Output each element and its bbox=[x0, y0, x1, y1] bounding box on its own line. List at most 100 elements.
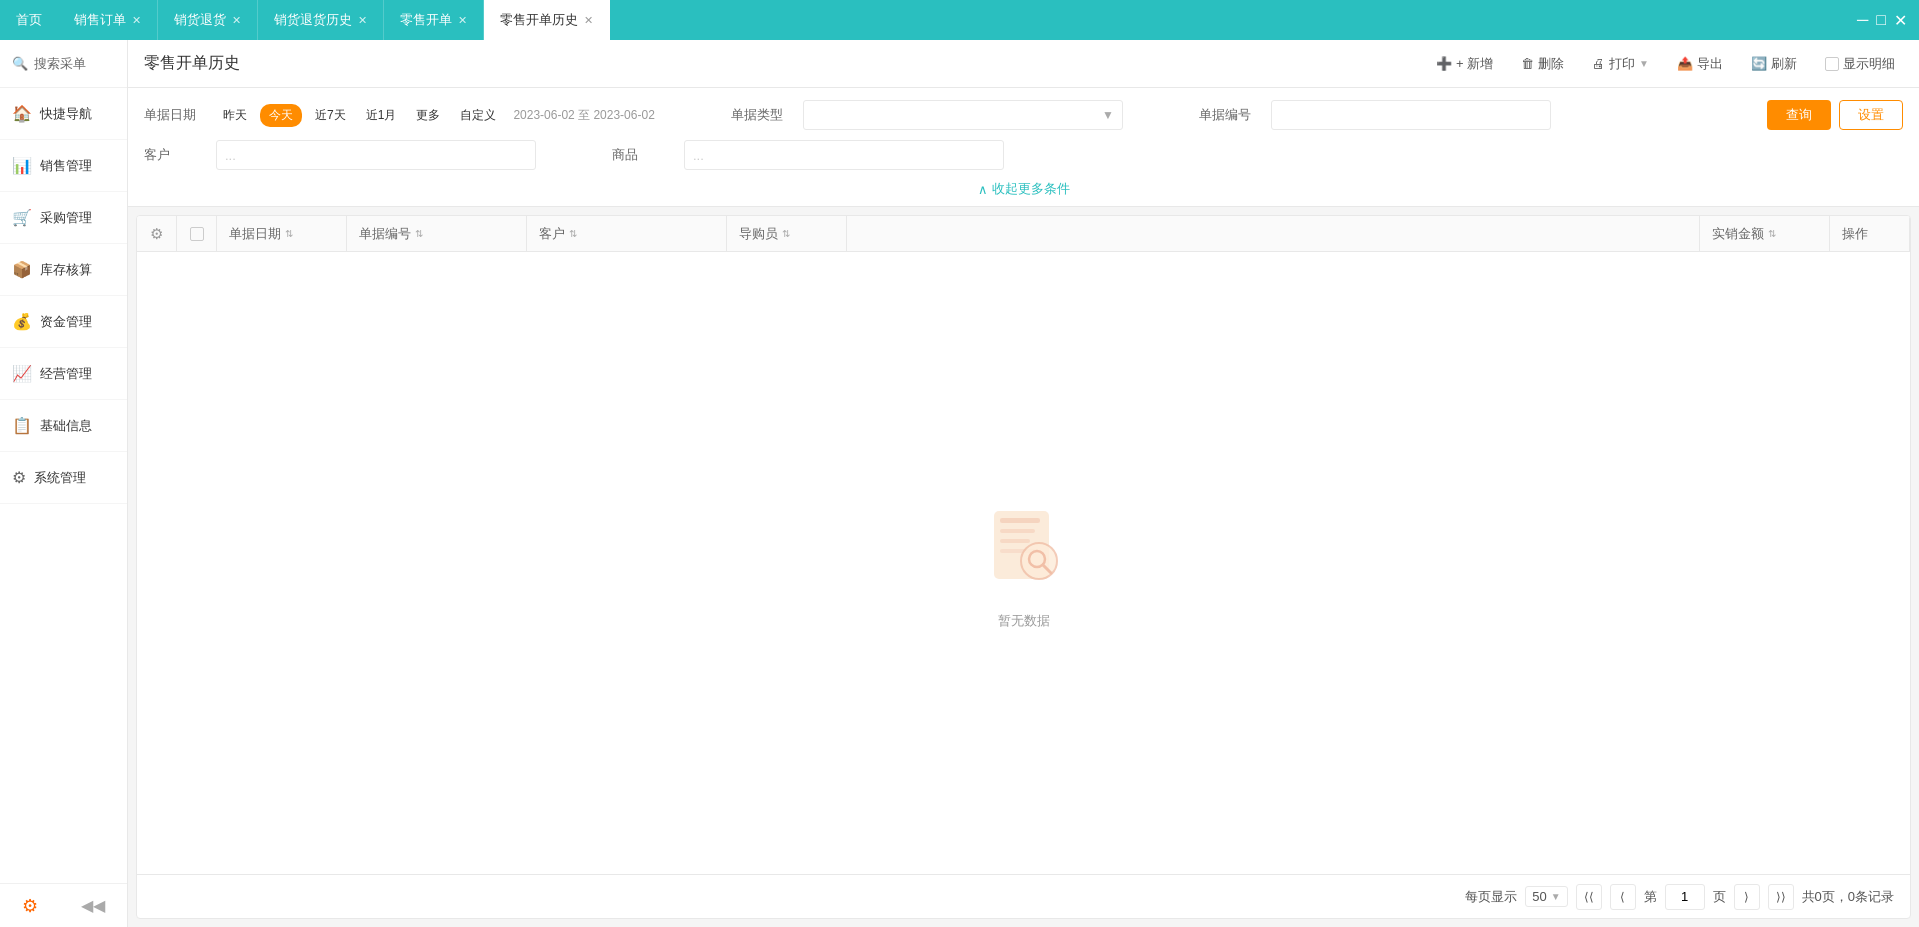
tab-sales-return-history-close[interactable]: ✕ bbox=[358, 14, 367, 27]
print-dropdown-icon: ▼ bbox=[1639, 58, 1649, 69]
date-btn-custom[interactable]: 自定义 bbox=[453, 104, 503, 127]
date-btn-today[interactable]: 今天 bbox=[260, 104, 302, 127]
filter-row-1: 单据日期 昨天 今天 近7天 近1月 更多 自定义 2023-06-02 至 2… bbox=[144, 100, 1903, 130]
sidebar-item-quick-nav-label: 快捷导航 bbox=[40, 105, 92, 123]
date-btn-more[interactable]: 更多 bbox=[409, 104, 447, 127]
tab-home[interactable]: 首页 bbox=[0, 0, 58, 40]
tab-sales-order[interactable]: 销售订单 ✕ bbox=[58, 0, 158, 40]
tab-retail-open-close[interactable]: ✕ bbox=[458, 14, 467, 27]
th-settings[interactable]: ⚙ bbox=[137, 216, 177, 252]
sidebar-item-finance[interactable]: 💰 资金管理 bbox=[0, 296, 127, 348]
table-header: ⚙ 单据日期 ⇅ 单据编号 ⇅ 客户 ⇅ 导购员 bbox=[137, 216, 1910, 252]
tab-sales-return-close[interactable]: ✕ bbox=[232, 14, 241, 27]
page-number-input[interactable] bbox=[1665, 884, 1705, 910]
next-page-btn[interactable]: ⟩ bbox=[1734, 884, 1760, 910]
doc-num-label: 单据编号 bbox=[1199, 106, 1255, 124]
collapse-filter-btn[interactable]: ∧ 收起更多条件 bbox=[978, 180, 1070, 198]
select-all-checkbox[interactable] bbox=[190, 227, 204, 241]
export-label: 导出 bbox=[1697, 55, 1723, 73]
date-btn-last-month[interactable]: 近1月 bbox=[359, 104, 404, 127]
customer-input[interactable]: ... bbox=[216, 140, 536, 170]
sidebar-collapse-icon[interactable]: ◀◀ bbox=[81, 896, 105, 915]
add-label: + 新增 bbox=[1456, 55, 1493, 73]
per-page-dropdown-icon: ▼ bbox=[1551, 891, 1561, 902]
sidebar-item-quick-nav[interactable]: 🏠 快捷导航 bbox=[0, 88, 127, 140]
add-icon: ➕ bbox=[1436, 56, 1452, 71]
search-icon: 🔍 bbox=[12, 56, 28, 71]
total-text: 共0页，0条记录 bbox=[1802, 888, 1894, 906]
date-btn-last7[interactable]: 近7天 bbox=[308, 104, 353, 127]
export-button[interactable]: 📤 导出 bbox=[1669, 51, 1731, 77]
sidebar-search[interactable]: 🔍 搜索采单 bbox=[0, 40, 127, 88]
basic-info-icon: 📋 bbox=[12, 416, 32, 435]
refresh-button[interactable]: 🔄 刷新 bbox=[1743, 51, 1805, 77]
tab-sales-return-label: 销货退货 bbox=[174, 11, 226, 29]
window-maximize[interactable]: □ bbox=[1876, 11, 1886, 29]
collapse-label: 收起更多条件 bbox=[992, 180, 1070, 198]
add-button[interactable]: ➕ + 新增 bbox=[1428, 51, 1501, 77]
sidebar-item-purchase-mgmt-label: 采购管理 bbox=[40, 209, 92, 227]
query-button[interactable]: 查询 bbox=[1767, 100, 1831, 130]
doc-num-input[interactable] bbox=[1271, 100, 1551, 130]
empty-text: 暂无数据 bbox=[998, 612, 1050, 630]
doc-type-select[interactable]: ▼ bbox=[803, 100, 1123, 130]
tab-retail-open-history-close[interactable]: ✕ bbox=[584, 14, 593, 27]
th-guide: 导购员 ⇅ bbox=[727, 216, 847, 252]
tab-retail-open-history-label: 零售开单历史 bbox=[500, 11, 578, 29]
display-detail-toggle[interactable]: 显示明细 bbox=[1817, 51, 1903, 77]
doc-type-label: 单据类型 bbox=[731, 106, 787, 124]
tab-sales-return-history[interactable]: 销货退货历史 ✕ bbox=[258, 0, 384, 40]
sidebar-settings-icon[interactable]: ⚙ bbox=[22, 895, 38, 917]
tab-sales-order-close[interactable]: ✕ bbox=[132, 14, 141, 27]
per-page-select[interactable]: 50 ▼ bbox=[1525, 886, 1567, 907]
print-icon: 🖨 bbox=[1592, 56, 1605, 71]
window-controls: ─ □ ✕ bbox=[1857, 11, 1919, 30]
print-button[interactable]: 🖨 打印 ▼ bbox=[1584, 51, 1657, 77]
sidebar-search-label: 搜索采单 bbox=[34, 55, 86, 73]
page-of-label: 第 bbox=[1644, 888, 1657, 906]
sidebar-item-sales-mgmt[interactable]: 📊 销售管理 bbox=[0, 140, 127, 192]
main-layout: 🔍 搜索采单 🏠 快捷导航 📊 销售管理 🛒 采购管理 📦 库存核算 💰 资金管… bbox=[0, 40, 1919, 927]
sidebar-item-purchase-mgmt[interactable]: 🛒 采购管理 bbox=[0, 192, 127, 244]
tab-sales-return[interactable]: 销货退货 ✕ bbox=[158, 0, 258, 40]
quick-nav-icon: 🏠 bbox=[12, 104, 32, 123]
th-customer-sort-icon[interactable]: ⇅ bbox=[569, 228, 577, 239]
delete-label: 删除 bbox=[1538, 55, 1564, 73]
th-num-sort-icon[interactable]: ⇅ bbox=[415, 228, 423, 239]
date-btn-yesterday[interactable]: 昨天 bbox=[216, 104, 254, 127]
th-date-sort-icon[interactable]: ⇅ bbox=[285, 228, 293, 239]
th-amount-sort-icon[interactable]: ⇅ bbox=[1768, 228, 1776, 239]
inventory-icon: 📦 bbox=[12, 260, 32, 279]
window-minimize[interactable]: ─ bbox=[1857, 11, 1868, 29]
svg-rect-3 bbox=[1000, 539, 1030, 543]
sidebar-item-basic-info-label: 基础信息 bbox=[40, 417, 92, 435]
tab-home-label: 首页 bbox=[16, 11, 42, 29]
delete-button[interactable]: 🗑 删除 bbox=[1513, 51, 1572, 77]
customer-ellipsis: ... bbox=[225, 148, 236, 163]
last-page-btn[interactable]: ⟩⟩ bbox=[1768, 884, 1794, 910]
goods-input[interactable]: ... bbox=[684, 140, 1004, 170]
filter-row-2: 客户 ... 商品 ... bbox=[144, 140, 1903, 170]
th-customer: 客户 ⇅ bbox=[527, 216, 727, 252]
prev-page-btn[interactable]: ⟨ bbox=[1610, 884, 1636, 910]
finance-icon: 💰 bbox=[12, 312, 32, 331]
per-page-label: 每页显示 bbox=[1465, 888, 1517, 906]
tab-retail-open-history[interactable]: 零售开单历史 ✕ bbox=[484, 0, 610, 40]
column-settings-icon[interactable]: ⚙ bbox=[150, 225, 163, 243]
date-range-display: 2023-06-02 至 2023-06-02 bbox=[513, 107, 654, 124]
system-icon: ⚙ bbox=[12, 468, 26, 487]
first-page-btn[interactable]: ⟨⟨ bbox=[1576, 884, 1602, 910]
purchase-mgmt-icon: 🛒 bbox=[12, 208, 32, 227]
sidebar-item-inventory[interactable]: 📦 库存核算 bbox=[0, 244, 127, 296]
sidebar-item-basic-info[interactable]: 📋 基础信息 bbox=[0, 400, 127, 452]
settings-button[interactable]: 设置 bbox=[1839, 100, 1903, 130]
th-action-label: 操作 bbox=[1842, 225, 1868, 243]
tab-retail-open[interactable]: 零售开单 ✕ bbox=[384, 0, 484, 40]
window-close[interactable]: ✕ bbox=[1894, 11, 1907, 30]
th-action: 操作 bbox=[1830, 216, 1910, 252]
sidebar-item-system[interactable]: ⚙ 系统管理 bbox=[0, 452, 127, 504]
th-guide-sort-icon[interactable]: ⇅ bbox=[782, 228, 790, 239]
sidebar: 🔍 搜索采单 🏠 快捷导航 📊 销售管理 🛒 采购管理 📦 库存核算 💰 资金管… bbox=[0, 40, 128, 927]
sidebar-item-operations[interactable]: 📈 经营管理 bbox=[0, 348, 127, 400]
th-amount: 实销金额 ⇅ bbox=[1700, 216, 1830, 252]
